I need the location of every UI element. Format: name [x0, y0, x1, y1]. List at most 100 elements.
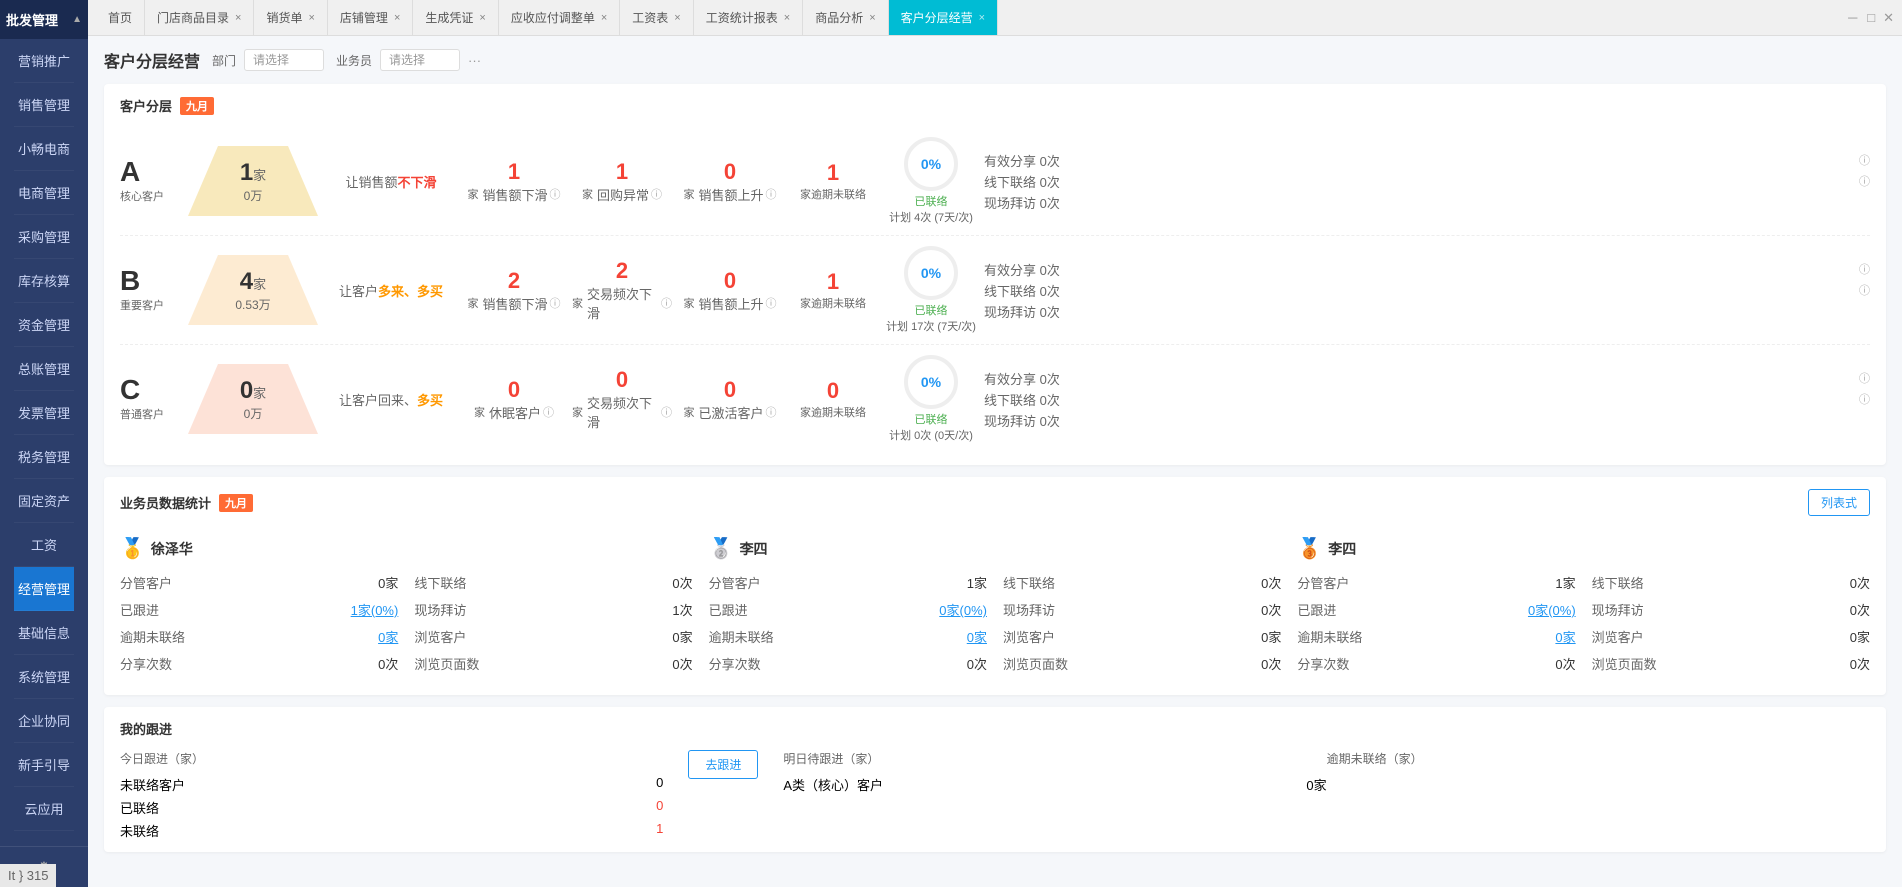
staff-1-stat-managed: 分管客户 0家	[120, 571, 398, 594]
dept-filter: 部门 请选择	[212, 49, 324, 71]
tab-close-商品分析[interactable]: ×	[869, 12, 875, 24]
followup-title: 我的跟进	[120, 719, 1870, 738]
overdue-followup: 逾期未联络（家）	[1327, 750, 1870, 775]
staff-card-1: 🥇 徐泽华 分管客户 0家 线下联络 0次 已跟进	[120, 528, 693, 683]
staff-1-stat-overdue: 逾期未联络 0家	[120, 625, 398, 648]
staff-1-stat-visit: 现场拜访 1次	[414, 598, 692, 621]
sidebar-item-总账管理[interactable]: 总账管理	[14, 347, 74, 391]
go-followup-button[interactable]: 去跟进	[688, 750, 758, 779]
followup-grid: 今日跟进（家） 未联络客户0 已联络0 未联络1 去跟进	[120, 750, 1870, 840]
staff-1-stat-share: 分享次数 0次	[120, 652, 398, 675]
main-area: 首页门店商品目录×销货单×店铺管理×生成凭证×应收应付调整单×工资表×工资统计报…	[88, 0, 1902, 887]
tier-c-stat2: 0 家交易频次下滑ⓘ	[572, 367, 672, 431]
tab-工资统计报表[interactable]: 工资统计报表×	[694, 0, 803, 36]
tier-b-count: 4家 0.53万	[188, 255, 318, 325]
sidebar-item-营销推广[interactable]: 营销推广	[14, 39, 74, 83]
tab-bar: 首页门店商品目录×销货单×店铺管理×生成凭证×应收应付调整单×工资表×工资统计报…	[88, 0, 1902, 36]
sidebar-item-系统管理[interactable]: 系统管理	[14, 655, 74, 699]
sidebar-item-采购管理[interactable]: 采购管理	[14, 215, 74, 259]
tab-actions: － □ ✕	[1838, 8, 1894, 27]
staff-1-stat-pages: 浏览页面数 0次	[414, 652, 692, 675]
staff-1-name: 徐泽华	[151, 539, 193, 559]
sidebar-item-小畅电商[interactable]: 小畅电商	[14, 127, 74, 171]
tab-工资表[interactable]: 工资表×	[620, 0, 693, 36]
tier-c-action: 让客户回来、多买	[326, 390, 456, 409]
tab-店铺管理[interactable]: 店铺管理×	[328, 0, 413, 36]
tab-close-客户分层经营[interactable]: ×	[979, 12, 985, 24]
tab-门店商品目录[interactable]: 门店商品目录×	[145, 0, 254, 36]
tab-close-店铺管理[interactable]: ×	[394, 12, 400, 24]
sidebar-item-工资[interactable]: 工资	[14, 523, 74, 567]
sidebar-item-新手引导[interactable]: 新手引导	[14, 743, 74, 787]
today-title: 今日跟进（家）	[120, 750, 663, 767]
tab-close-工资表[interactable]: ×	[674, 12, 680, 24]
list-view-button[interactable]: 列表式	[1808, 489, 1870, 516]
tab-close-销货单[interactable]: ×	[308, 12, 314, 24]
staff-title: 业务员数据统计 九月	[120, 493, 253, 512]
window-maximize-icon[interactable]: □	[1867, 10, 1875, 25]
sidebar-item-销售管理[interactable]: 销售管理	[14, 83, 74, 127]
tab-close-工资统计报表[interactable]: ×	[784, 12, 790, 24]
sidebar-item-电商管理[interactable]: 电商管理	[14, 171, 74, 215]
tab-销货单[interactable]: 销货单×	[254, 0, 327, 36]
sidebar-title: 批发管理	[6, 10, 58, 29]
sidebar-item-基础信息[interactable]: 基础信息	[14, 611, 74, 655]
tier-a-contact: 1 家逾期未联络	[788, 160, 878, 202]
tab-商品分析[interactable]: 商品分析×	[803, 0, 888, 36]
tier-label-c: C 普通客户	[120, 376, 180, 422]
staff-3-medal: 🥉	[1297, 536, 1322, 561]
tab-close-门店商品目录[interactable]: ×	[235, 12, 241, 24]
sidebar-item-固定资产[interactable]: 固定资产	[14, 479, 74, 523]
tier-a-count: 1家 0万	[188, 146, 318, 216]
tier-a-right-stats: 有效分享 0次ⓘ 线下联络 0次ⓘ 现场拜访 0次	[984, 151, 1870, 212]
page-title: 客户分层经营	[104, 48, 200, 72]
tab-客户分层经营[interactable]: 客户分层经营×	[889, 0, 998, 36]
staff-filter: 业务员 请选择 ···	[336, 49, 481, 71]
sidebar-item-经营管理[interactable]: 经营管理	[14, 567, 74, 611]
tier-b-contact: 1 家逾期未联络	[788, 269, 878, 311]
staff-2-name: 李四	[740, 539, 768, 559]
staff-card-3: 🥉 李四 分管客户 1家 线下联络 0次 已跟进	[1297, 528, 1870, 683]
sidebar-item-库存核算[interactable]: 库存核算	[14, 259, 74, 303]
tab-应收应付调整单[interactable]: 应收应付调整单×	[499, 0, 620, 36]
sidebar-header[interactable]: 批发管理 ▲	[0, 0, 88, 39]
today-followup: 今日跟进（家） 未联络客户0 已联络0 未联络1	[120, 750, 663, 840]
tier-row-b: B 重要客户 4家 0.53万 让客户多来、多买 2	[120, 236, 1870, 345]
sidebar: 批发管理 ▲ 营销推广销售管理小畅电商电商管理采购管理库存核算资金管理总账管理发…	[0, 0, 88, 887]
staff-1-stat-followed: 已跟进 1家(0%)	[120, 598, 398, 621]
sidebar-item-资金管理[interactable]: 资金管理	[14, 303, 74, 347]
tier-c-stat1: 0 家休眠客户ⓘ	[464, 377, 564, 422]
staff-label: 业务员	[336, 52, 372, 69]
staff-section-header: 业务员数据统计 九月 列表式	[120, 489, 1870, 516]
tier-b-stat1: 2 家销售额下滑ⓘ	[464, 268, 564, 313]
tier-c-right-stats: 有效分享 0次ⓘ 线下联络 0次ⓘ 现场拜访 0次	[984, 369, 1870, 430]
sidebar-item-发票管理[interactable]: 发票管理	[14, 391, 74, 435]
tier-a-action: 让销售额不下滑	[326, 172, 456, 191]
tab-生成凭证[interactable]: 生成凭证×	[413, 0, 498, 36]
tier-a-progress: 0% 已联络 计划 4次 (7天/次)	[886, 137, 976, 225]
tier-b-stat3: 0 家销售额上升ⓘ	[680, 268, 780, 313]
staff-stats-section: 业务员数据统计 九月 列表式 🥇 徐泽华 分管客户 0家	[104, 477, 1886, 695]
overdue-title: 逾期未联络（家）	[1327, 750, 1870, 767]
sidebar-item-云应用[interactable]: 云应用	[14, 787, 74, 831]
month-badge: 九月	[180, 97, 214, 115]
staff-1-stat-offline: 线下联络 0次	[414, 571, 692, 594]
customer-section-title: 客户分层 九月	[120, 96, 1870, 115]
dept-select[interactable]: 请选择	[244, 49, 324, 71]
tab-首页[interactable]: 首页	[96, 0, 145, 36]
followup-btn-area: 去跟进	[663, 750, 783, 779]
tomorrow-title: 明日待跟进（家）	[783, 750, 1326, 767]
tier-c-stat3: 0 家已激活客户ⓘ	[680, 377, 780, 422]
tier-label-a: A 核心客户	[120, 158, 180, 204]
window-minimize-icon[interactable]: －	[1846, 8, 1859, 27]
more-filter-icon[interactable]: ···	[468, 53, 481, 68]
tier-b-stat2: 2 家交易频次下滑ⓘ	[572, 258, 672, 322]
tier-b-progress: 0% 已联络 计划 17次 (7天/次)	[886, 246, 976, 334]
customer-tier-section: 客户分层 九月 A 核心客户 1家 0万	[104, 84, 1886, 465]
sidebar-item-企业协同[interactable]: 企业协同	[14, 699, 74, 743]
tab-close-生成凭证[interactable]: ×	[479, 12, 485, 24]
staff-select[interactable]: 请选择	[380, 49, 460, 71]
window-close-icon[interactable]: ✕	[1883, 10, 1894, 26]
tab-close-应收应付调整单[interactable]: ×	[601, 12, 607, 24]
sidebar-item-税务管理[interactable]: 税务管理	[14, 435, 74, 479]
